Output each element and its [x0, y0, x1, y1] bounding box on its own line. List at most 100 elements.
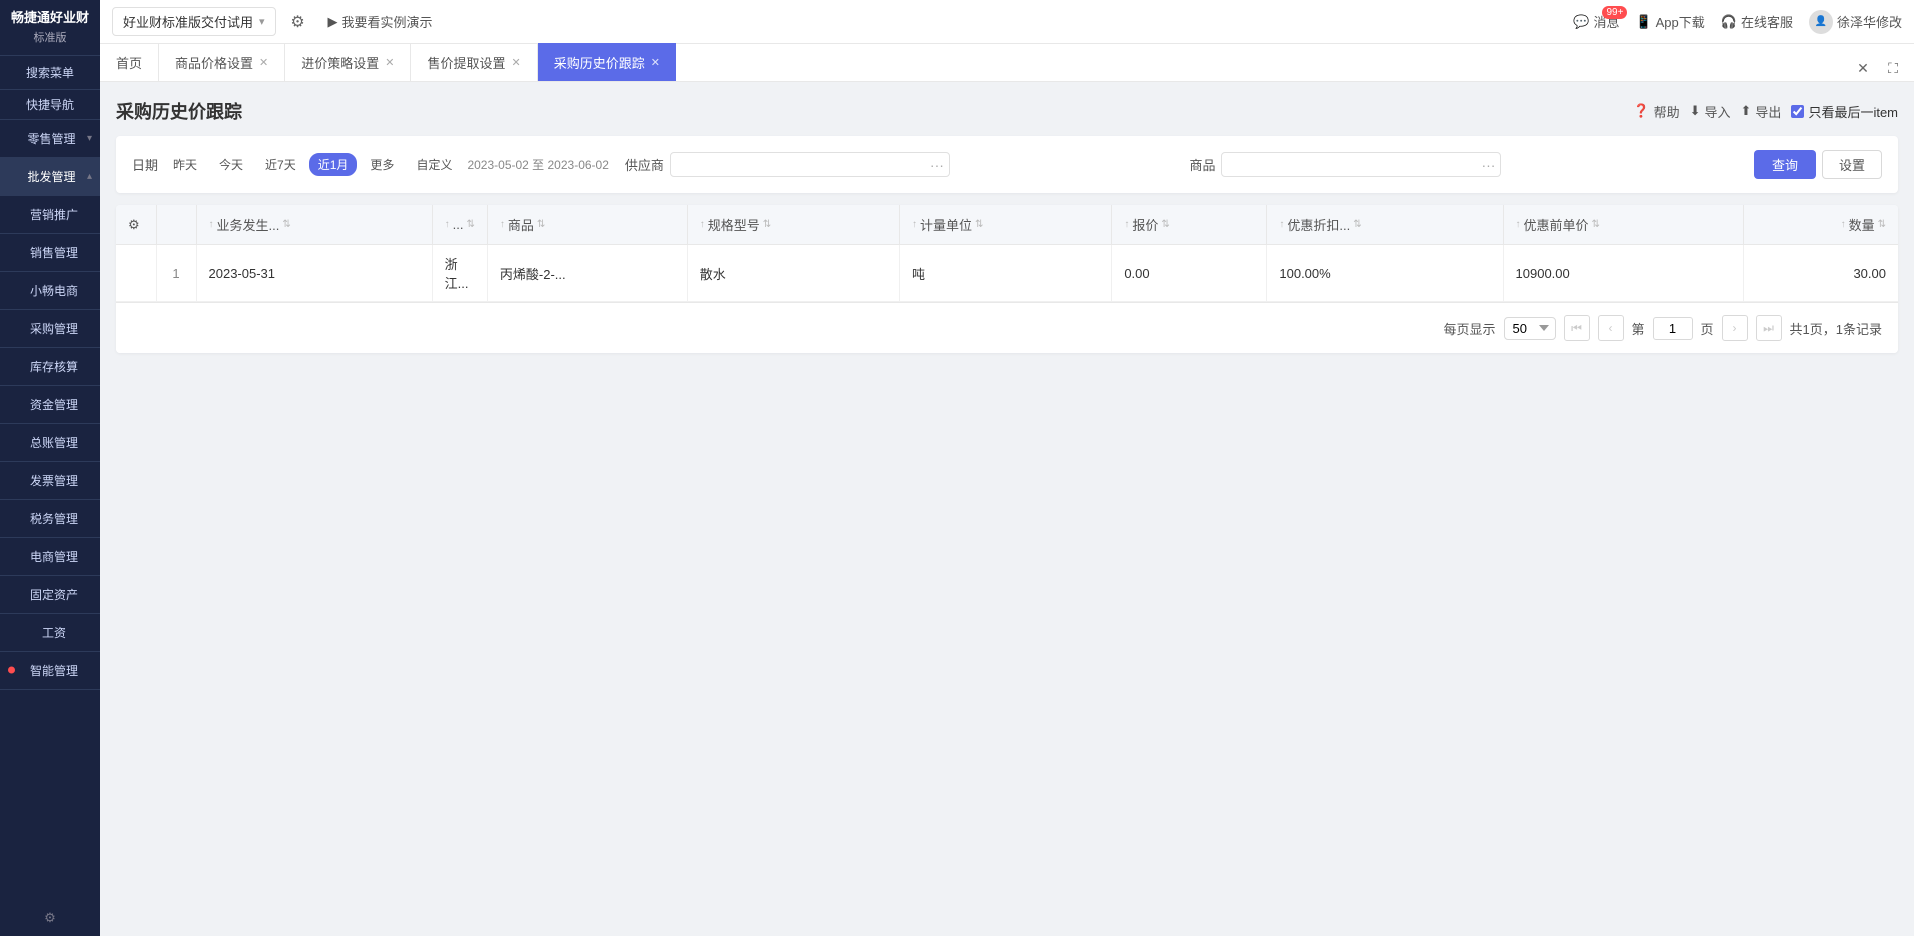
th-goods: ↑ 商品 ⇅	[487, 205, 687, 245]
tab-purchase-strategy[interactable]: 进价策略设置 ✕	[285, 43, 411, 81]
th-qty-label: 数量	[1849, 215, 1875, 234]
sidebar-item-payroll[interactable]: 工资	[0, 614, 100, 652]
tab-home[interactable]: 首页	[100, 43, 159, 81]
next-page-button[interactable]: ›	[1722, 315, 1748, 341]
messages-button[interactable]: 💬 消息 99+	[1573, 12, 1619, 31]
th-spec-sort-icon[interactable]: ⇅	[763, 219, 771, 230]
tabs-expand-button[interactable]: ⛶	[1880, 55, 1906, 81]
help-button[interactable]: ❓ 帮助	[1633, 102, 1679, 121]
export-label: 导出	[1755, 102, 1781, 121]
td-pre-price: 10900.00	[1503, 245, 1744, 302]
td-price: 0.00	[1112, 245, 1267, 302]
first-page-button[interactable]: ⏮	[1564, 315, 1590, 341]
sidebar-item-retail[interactable]: 零售管理 ▾	[0, 120, 100, 158]
th-unit-label: 计量单位	[920, 215, 972, 234]
date-btn-1month[interactable]: 近1月	[309, 153, 358, 176]
th-price-up-icon[interactable]: ↑	[1124, 219, 1129, 230]
th-col3-up-icon[interactable]: ↑	[445, 219, 450, 230]
th-unit-up-icon[interactable]: ↑	[912, 219, 917, 230]
tab-sale-extract-label: 售价提取设置	[427, 53, 505, 72]
per-page-select[interactable]: 50 10 20 100	[1504, 317, 1556, 340]
supplier-dots-button[interactable]: ···	[930, 157, 944, 173]
page-content: 采购历史价跟踪 ❓ 帮助 ⬇ 导入 ⬆ 导出 只看最后一item	[100, 82, 1914, 936]
th-pre-price-sort-icon[interactable]: ⇅	[1592, 219, 1600, 230]
close-icon[interactable]: ✕	[651, 56, 660, 69]
th-date-sort-icon[interactable]: ⇅	[282, 219, 290, 230]
sidebar-item-purchase[interactable]: 采购管理	[0, 310, 100, 348]
sidebar-item-invoice[interactable]: 发票管理	[0, 462, 100, 500]
th-col3-sort-icon[interactable]: ⇅	[467, 219, 475, 230]
product-selector[interactable]: 好业财标准版交付试用 ▾	[112, 7, 276, 36]
th-qty-up-icon[interactable]: ↑	[1841, 219, 1846, 230]
td-discount: 100.00%	[1267, 245, 1503, 302]
th-qty-sort-icon[interactable]: ⇅	[1878, 219, 1886, 230]
tab-sale-extract[interactable]: 售价提取设置 ✕	[411, 43, 537, 81]
date-btn-today[interactable]: 今天	[210, 153, 252, 176]
demo-link[interactable]: ▶ 我要看实例演示	[328, 12, 433, 31]
th-unit-sort-icon[interactable]: ⇅	[975, 219, 983, 230]
messages-badge: 99+	[1602, 6, 1627, 19]
gear-icon[interactable]: ⚙	[128, 217, 140, 233]
sidebar-item-quicknav[interactable]: 快捷导航	[0, 90, 100, 120]
app-download-button[interactable]: 📱 App下载	[1635, 12, 1704, 31]
date-btn-7days[interactable]: 近7天	[256, 153, 305, 176]
page-number-input[interactable]	[1653, 317, 1693, 340]
goods-dots-button[interactable]: ···	[1481, 157, 1495, 173]
export-button[interactable]: ⬆ 导出	[1741, 102, 1782, 121]
supplier-input[interactable]	[670, 152, 950, 177]
online-service-button[interactable]: 🎧 在线客服	[1721, 12, 1793, 31]
query-button[interactable]: 查询	[1754, 150, 1816, 179]
th-goods-up-icon[interactable]: ↑	[500, 219, 505, 230]
th-spec-up-icon[interactable]: ↑	[700, 219, 705, 230]
sidebar-item-finance[interactable]: 资金管理	[0, 386, 100, 424]
td-num: 1	[156, 245, 196, 302]
close-icon[interactable]: ✕	[512, 56, 521, 69]
date-btn-more[interactable]: 更多	[361, 153, 403, 176]
main-area: 好业财标准版交付试用 ▾ ⚙ ▶ 我要看实例演示 💬 消息 99+ 📱 App下…	[100, 0, 1914, 936]
sidebar-item-search[interactable]: 搜索菜单	[0, 56, 100, 90]
user-info[interactable]: 👤 徐泽华修改	[1809, 10, 1902, 34]
sidebar-settings-button[interactable]: ⚙	[0, 900, 100, 936]
sidebar-item-sales[interactable]: 销售管理	[0, 234, 100, 272]
date-btn-custom[interactable]: 自定义	[407, 153, 461, 176]
settings-filter-button[interactable]: 设置	[1822, 150, 1882, 179]
close-icon[interactable]: ✕	[259, 56, 268, 69]
sidebar: 畅捷通好业财 标准版 搜索菜单 快捷导航 零售管理 ▾ 批发管理 ▴ 营销推广 …	[0, 0, 100, 936]
topbar: 好业财标准版交付试用 ▾ ⚙ ▶ 我要看实例演示 💬 消息 99+ 📱 App下…	[100, 0, 1914, 44]
only-last-toggle[interactable]: 只看最后一item	[1791, 102, 1898, 121]
th-pre-price-up-icon[interactable]: ↑	[1516, 219, 1521, 230]
only-last-checkbox[interactable]	[1791, 105, 1804, 118]
tab-purchase-history[interactable]: 采购历史价跟踪 ✕	[538, 43, 676, 81]
sidebar-item-ecom[interactable]: 小畅电商	[0, 272, 100, 310]
table-body: 1 2023-05-31 浙江... 丙烯酸-2-... 散水 吨 0.00 1…	[116, 245, 1898, 302]
th-date-up-icon[interactable]: ↑	[209, 219, 214, 230]
table-row: 1 2023-05-31 浙江... 丙烯酸-2-... 散水 吨 0.00 1…	[116, 245, 1898, 302]
th-discount-sort-icon[interactable]: ⇅	[1353, 219, 1361, 230]
import-button[interactable]: ⬇ 导入	[1690, 102, 1731, 121]
th-gear: ⚙	[116, 205, 156, 245]
td-goods: 丙烯酸-2-...	[487, 245, 687, 302]
sidebar-item-assets[interactable]: 固定资产	[0, 576, 100, 614]
goods-input[interactable]	[1221, 152, 1501, 177]
sidebar-item-inventory[interactable]: 库存核算	[0, 348, 100, 386]
th-discount-up-icon[interactable]: ↑	[1279, 219, 1284, 230]
sidebar-item-smart[interactable]: 智能管理	[0, 652, 100, 690]
th-num	[156, 205, 196, 245]
sidebar-item-tax[interactable]: 税务管理	[0, 500, 100, 538]
th-price-sort-icon[interactable]: ⇅	[1161, 219, 1169, 230]
tabs-close-button[interactable]: ✕	[1850, 55, 1876, 81]
topbar-settings-button[interactable]: ⚙	[284, 8, 312, 36]
td-actions	[116, 245, 156, 302]
sidebar-item-marketing[interactable]: 营销推广	[0, 196, 100, 234]
sidebar-item-wholesale[interactable]: 批发管理 ▴	[0, 158, 100, 196]
date-btn-yesterday[interactable]: 昨天	[164, 153, 206, 176]
th-goods-sort-icon[interactable]: ⇅	[537, 219, 545, 230]
sidebar-item-ecom2[interactable]: 电商管理	[0, 538, 100, 576]
chevron-up-icon: ▴	[87, 171, 92, 182]
tab-goods-price[interactable]: 商品价格设置 ✕	[159, 43, 285, 81]
close-icon[interactable]: ✕	[385, 56, 394, 69]
last-page-button[interactable]: ⏭	[1756, 315, 1782, 341]
th-date: ↑ 业务发生... ⇅	[196, 205, 432, 245]
sidebar-item-ledger[interactable]: 总账管理	[0, 424, 100, 462]
prev-page-button[interactable]: ‹	[1598, 315, 1624, 341]
